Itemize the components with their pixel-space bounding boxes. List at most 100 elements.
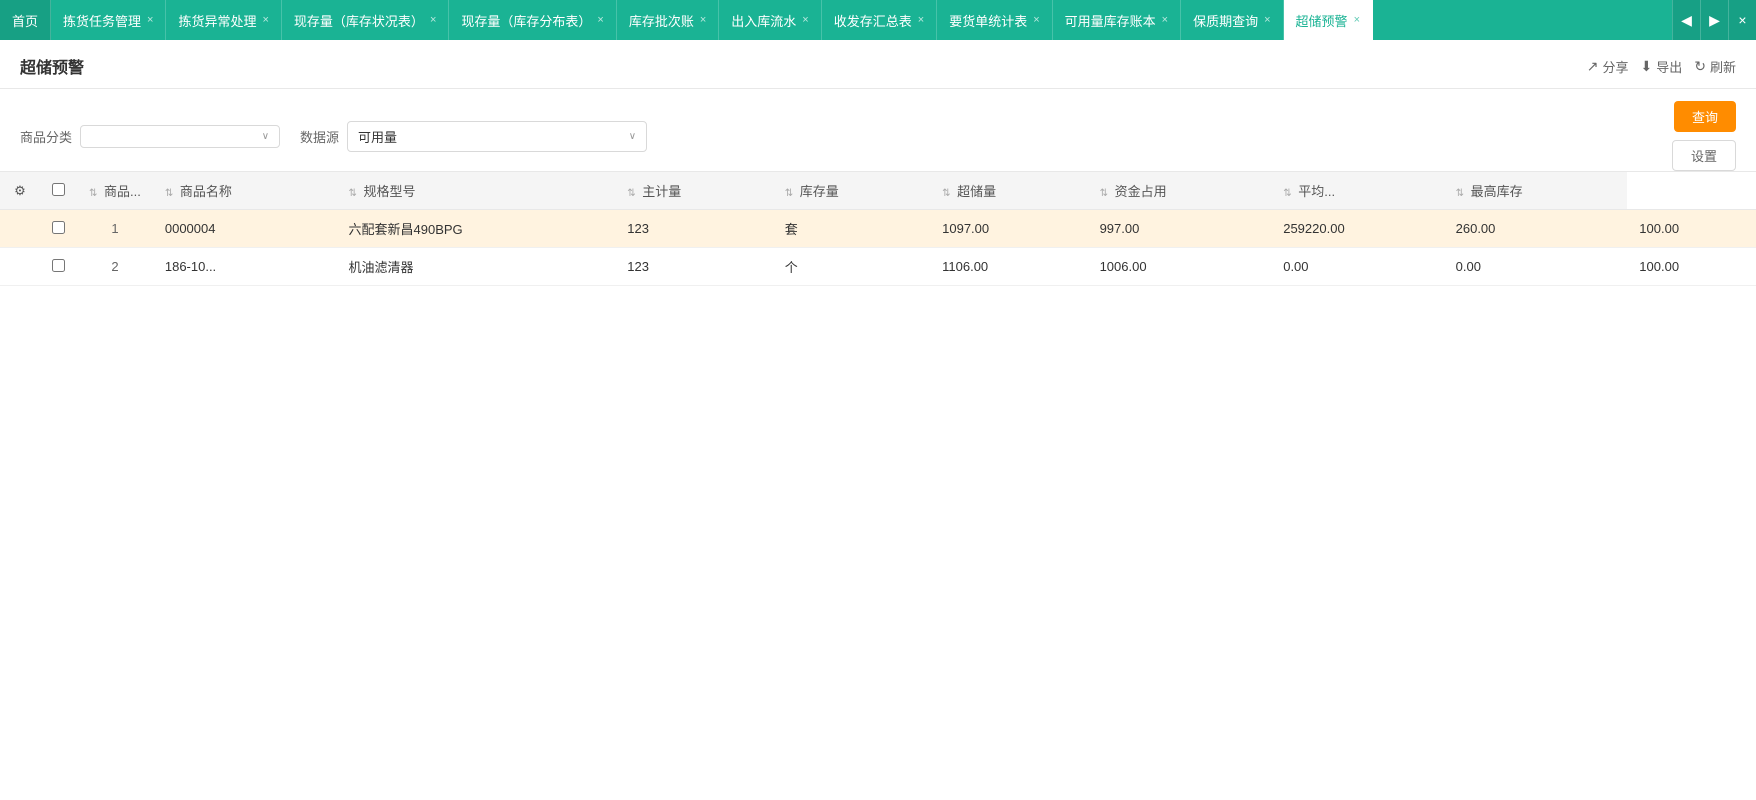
row-select-0[interactable] bbox=[52, 221, 65, 234]
nav-label-quality-check: 保质期查询 bbox=[1193, 11, 1258, 30]
row-checkbox-0[interactable] bbox=[40, 210, 77, 248]
nav-label-task-mgmt: 拣货任务管理 bbox=[63, 11, 141, 30]
row-num-0: 1 bbox=[77, 210, 153, 248]
table-header-row: ⚙ ⇅ 商品... ⇅ 商品名称 ⇅ 规格型号 bbox=[0, 172, 1756, 210]
filter-row: 商品分类 ∨ 数据源 可用量 ∨ 查询 设置 bbox=[0, 89, 1756, 171]
top-navigation: 首页 拣货任务管理 × 拣货异常处理 × 现存量（库存状况表） × 现存量（库存… bbox=[0, 0, 1756, 40]
nav-item-home[interactable]: 首页 bbox=[0, 0, 51, 40]
nav-label-collect-send: 收发存汇总表 bbox=[834, 11, 912, 30]
row-product-name-1: 机油滤清器 bbox=[337, 248, 616, 286]
th-avg[interactable]: ⇅ 平均... bbox=[1271, 172, 1443, 210]
filter-right: 查询 设置 bbox=[1672, 101, 1736, 171]
nav-label-inout-flow: 出入库流水 bbox=[731, 11, 796, 30]
nav-label-home: 首页 bbox=[12, 11, 38, 30]
sort-icon-unit: ⇅ bbox=[627, 188, 635, 199]
nav-close-quality-check[interactable]: × bbox=[1264, 14, 1270, 26]
nav-label-overstock: 超储预警 bbox=[1296, 11, 1348, 30]
th-product-code[interactable]: ⇅ 商品... bbox=[77, 172, 153, 210]
nav-arrow-close-all[interactable]: × bbox=[1728, 0, 1756, 40]
nav-item-overstock[interactable]: 超储预警 × bbox=[1284, 0, 1373, 40]
nav-arrow-left[interactable]: ◀ bbox=[1672, 0, 1700, 40]
row-select-1[interactable] bbox=[52, 259, 65, 272]
sort-icon-product-name: ⇅ bbox=[165, 188, 173, 199]
datasource-value: 可用量 bbox=[358, 127, 397, 146]
refresh-label: 刷新 bbox=[1710, 57, 1736, 76]
filter-datasource: 数据源 可用量 ∨ bbox=[300, 121, 647, 152]
nav-item-order-stat[interactable]: 要货单统计表 × bbox=[937, 0, 1052, 40]
row-max-stock-1: 100.00 bbox=[1627, 248, 1756, 286]
sort-icon-max-stock: ⇅ bbox=[1456, 188, 1464, 199]
row-capital-1: 0.00 bbox=[1271, 248, 1443, 286]
row-max-stock-0: 100.00 bbox=[1627, 210, 1756, 248]
row-unit-1: 个 bbox=[773, 248, 930, 286]
row-overstock-1: 1006.00 bbox=[1088, 248, 1272, 286]
gear-icon[interactable]: ⚙ bbox=[14, 183, 26, 198]
th-product-name[interactable]: ⇅ 商品名称 bbox=[153, 172, 337, 210]
sort-icon-product-code: ⇅ bbox=[89, 188, 97, 199]
nav-close-inout-flow[interactable]: × bbox=[802, 14, 808, 26]
product-category-select[interactable]: ∨ bbox=[80, 125, 280, 148]
nav-label-order-stat: 要货单统计表 bbox=[949, 11, 1027, 30]
nav-item-collect-send[interactable]: 收发存汇总表 × bbox=[822, 0, 937, 40]
table-container: ⚙ ⇅ 商品... ⇅ 商品名称 ⇅ 规格型号 bbox=[0, 171, 1756, 286]
sort-icon-overstock: ⇅ bbox=[942, 188, 950, 199]
page-title: 超储预警 bbox=[20, 54, 84, 78]
row-spec-1: 123 bbox=[615, 248, 772, 286]
nav-item-inventory-dist[interactable]: 现存量（库存分布表） × bbox=[449, 0, 616, 40]
share-button[interactable]: ↗ 分享 bbox=[1587, 57, 1629, 76]
nav-item-inout-flow[interactable]: 出入库流水 × bbox=[719, 0, 821, 40]
nav-item-inventory-status[interactable]: 现存量（库存状况表） × bbox=[282, 0, 449, 40]
export-button[interactable]: ⬇ 导出 bbox=[1641, 57, 1683, 76]
refresh-button[interactable]: ↻ 刷新 bbox=[1694, 57, 1736, 76]
nav-item-task-mgmt[interactable]: 拣货任务管理 × bbox=[51, 0, 166, 40]
sort-icon-spec: ⇅ bbox=[349, 188, 357, 199]
row-product-name-0: 六配套新昌490BPG bbox=[337, 210, 616, 248]
nav-close-abnormal[interactable]: × bbox=[262, 14, 268, 26]
query-button[interactable]: 查询 bbox=[1674, 101, 1736, 132]
row-num-1: 2 bbox=[77, 248, 153, 286]
row-overstock-0: 997.00 bbox=[1088, 210, 1272, 248]
nav-arrow-right[interactable]: ▶ bbox=[1700, 0, 1728, 40]
datasource-select[interactable]: 可用量 ∨ bbox=[347, 121, 647, 152]
th-spec[interactable]: ⇅ 规格型号 bbox=[337, 172, 616, 210]
nav-item-avail-ledger[interactable]: 可用量库存账本 × bbox=[1053, 0, 1181, 40]
nav-item-abnormal[interactable]: 拣货异常处理 × bbox=[166, 0, 281, 40]
header-actions: ↗ 分享 ⬇ 导出 ↻ 刷新 bbox=[1587, 57, 1736, 76]
nav-close-inventory-status[interactable]: × bbox=[430, 14, 436, 26]
share-label: 分享 bbox=[1602, 57, 1628, 76]
nav-close-batch[interactable]: × bbox=[700, 14, 706, 26]
row-checkbox-1[interactable] bbox=[40, 248, 77, 286]
filter-product-category: 商品分类 ∨ bbox=[20, 125, 280, 148]
refresh-icon: ↻ bbox=[1694, 58, 1706, 75]
row-product-code-1: 186-10... bbox=[153, 248, 337, 286]
th-stock[interactable]: ⇅ 库存量 bbox=[773, 172, 930, 210]
th-capital[interactable]: ⇅ 资金占用 bbox=[1088, 172, 1272, 210]
export-icon: ⬇ bbox=[1641, 58, 1653, 75]
table-body: 1 0000004 六配套新昌490BPG 123 套 1097.00 997.… bbox=[0, 210, 1756, 286]
nav-label-inventory-status: 现存量（库存状况表） bbox=[294, 11, 424, 30]
nav-close-avail-ledger[interactable]: × bbox=[1162, 14, 1168, 26]
th-unit[interactable]: ⇅ 主计量 bbox=[615, 172, 772, 210]
nav-close-order-stat[interactable]: × bbox=[1033, 14, 1039, 26]
row-stock-0: 1097.00 bbox=[930, 210, 1087, 248]
select-all-checkbox[interactable] bbox=[52, 183, 65, 196]
export-label: 导出 bbox=[1656, 57, 1682, 76]
row-spec-0: 123 bbox=[615, 210, 772, 248]
row-product-code-0: 0000004 bbox=[153, 210, 337, 248]
nav-item-quality-check[interactable]: 保质期查询 × bbox=[1181, 0, 1283, 40]
th-max-stock[interactable]: ⇅ 最高库存 bbox=[1444, 172, 1628, 210]
nav-item-batch[interactable]: 库存批次账 × bbox=[617, 0, 719, 40]
nav-close-overstock[interactable]: × bbox=[1354, 14, 1360, 26]
row-unit-0: 套 bbox=[773, 210, 930, 248]
row-avg-0: 260.00 bbox=[1444, 210, 1628, 248]
settings-button[interactable]: 设置 bbox=[1672, 140, 1736, 171]
nav-close-task-mgmt[interactable]: × bbox=[147, 14, 153, 26]
nav-label-batch: 库存批次账 bbox=[629, 11, 694, 30]
datasource-label: 数据源 bbox=[300, 127, 339, 146]
share-icon: ↗ bbox=[1587, 58, 1599, 75]
nav-close-inventory-dist[interactable]: × bbox=[597, 14, 603, 26]
row-stock-1: 1106.00 bbox=[930, 248, 1087, 286]
row-gear-0 bbox=[0, 210, 40, 248]
th-overstock[interactable]: ⇅ 超储量 bbox=[930, 172, 1087, 210]
nav-close-collect-send[interactable]: × bbox=[918, 14, 924, 26]
